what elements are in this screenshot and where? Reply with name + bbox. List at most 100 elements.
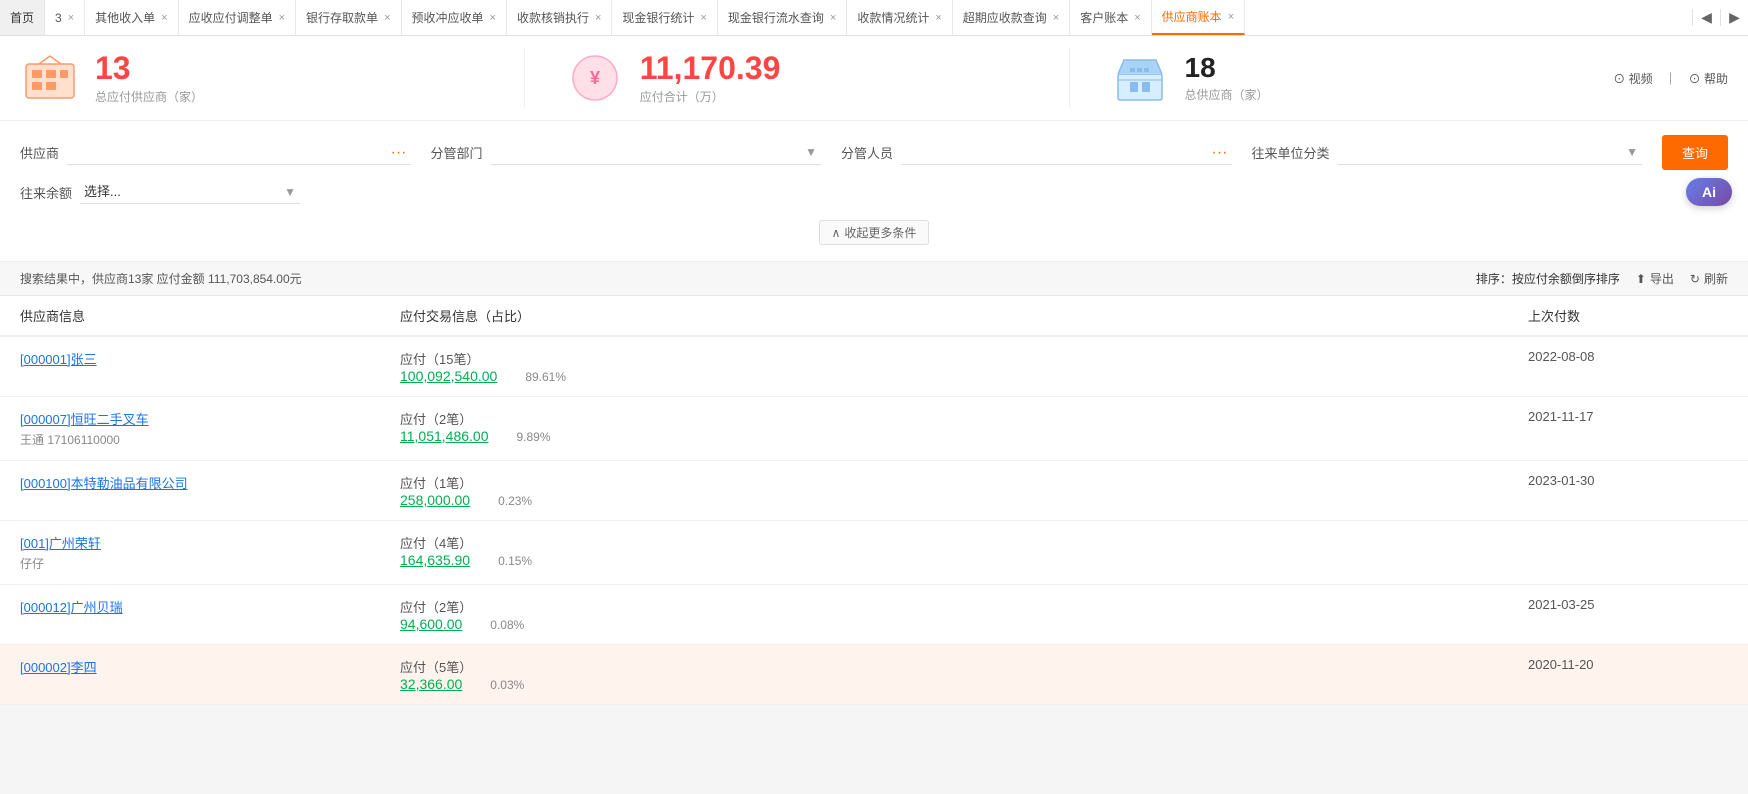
nav-tab-collection-stat[interactable]: 收款情况统计 × [847, 0, 952, 35]
tx-label: 应付（4笔） [400, 533, 1528, 552]
col-header-transaction: 应付交易信息（占比） [400, 306, 1528, 325]
collapse-up-icon: ∧ [832, 226, 841, 240]
nav-tab-bank[interactable]: 银行存取款单 × [296, 0, 401, 35]
nav-tab-home[interactable]: 首页 [0, 0, 45, 35]
table-row: [001]广州荣轩 仔仔 应付（4笔） 164,635.90 0.15% [0, 521, 1748, 585]
customer-label: 客户账本 [1080, 9, 1128, 26]
refresh-button[interactable]: ↻ 刷新 [1690, 270, 1728, 287]
supplier-sub: 仔仔 [20, 555, 400, 572]
nav-tab-3[interactable]: 3 × [45, 0, 85, 35]
nav-right-arrow[interactable]: ▶ [1720, 9, 1748, 26]
supplier-input-wrap: ··· [67, 141, 410, 165]
cash-flow-label: 现金银行流水查询 [728, 9, 824, 26]
help-link[interactable]: ⊙ 帮助 [1689, 70, 1728, 87]
person-dots-icon[interactable]: ··· [1212, 144, 1228, 162]
supplier-dots-icon[interactable]: ··· [391, 144, 407, 162]
supplier-field: 供应商 ··· [20, 141, 411, 165]
unit-type-field: 往来单位分类 ▼ [1252, 141, 1643, 165]
tx-amount[interactable]: 32,366.00 [400, 676, 462, 692]
export-icon: ⬆ [1636, 272, 1646, 286]
lastpay-cell: 2021-11-17 [1528, 409, 1728, 424]
dept-dropdown-wrap: ▼ [491, 141, 821, 165]
table-row: [000001]张三 应付（15笔） 100,092,540.00 89.61%… [0, 337, 1748, 397]
collapse-button[interactable]: ∧ 收起更多条件 [819, 220, 930, 245]
nav-tab-cash-bank-stat[interactable]: 现金银行统计 × [612, 0, 717, 35]
tx-label: 应付（5笔） [400, 657, 1528, 676]
query-button[interactable]: 查询 [1662, 135, 1728, 170]
nav-arrows: ◀ ▶ [1692, 9, 1748, 26]
close-icon[interactable]: × [279, 12, 285, 24]
tx-amount[interactable]: 11,051,486.00 [400, 428, 489, 444]
ai-button[interactable]: Ai [1686, 178, 1732, 206]
nav-tab-adjustment[interactable]: 应收应付调整单 × [179, 0, 296, 35]
unit-type-label: 往来单位分类 [1252, 143, 1330, 162]
tx-row: 258,000.00 0.23% [400, 492, 1528, 508]
col-header-supplier: 供应商信息 [20, 306, 400, 325]
close-icon[interactable]: × [830, 12, 836, 24]
stat-info-payable: 11,170.39 应付合计（万） [640, 52, 781, 105]
supplier-link[interactable]: [001]广州荣轩 [20, 533, 400, 552]
nav-tab-prepay[interactable]: 预收冲应收单 × [402, 0, 507, 35]
payable-icon: ¥ [565, 48, 625, 108]
tx-amount[interactable]: 94,600.00 [400, 616, 462, 632]
close-icon[interactable]: × [700, 12, 706, 24]
close-icon[interactable]: × [161, 12, 167, 24]
close-icon[interactable]: × [1228, 11, 1234, 23]
nav-tab-customer[interactable]: 客户账本 × [1070, 0, 1151, 35]
result-bar: 搜索结果中，供应商13家 应付金额 111,703,854.00元 排序：按应付… [0, 262, 1748, 296]
search-row-1: 供应商 ··· 分管部门 ▼ 分管人员 ··· 往来单位分类 [20, 135, 1728, 170]
close-icon[interactable]: × [1053, 12, 1059, 24]
unit-type-select[interactable] [1338, 141, 1642, 164]
nav-tab-cash-flow[interactable]: 现金银行流水查询 × [718, 0, 847, 35]
tx-amount[interactable]: 258,000.00 [400, 492, 470, 508]
transaction-cell: 应付（15笔） 100,092,540.00 89.61% [400, 349, 1528, 384]
last-pay-date: 2021-03-25 [1528, 597, 1595, 612]
close-icon[interactable]: × [595, 12, 601, 24]
tx-amount[interactable]: 164,635.90 [400, 552, 470, 568]
lastpay-cell: 2021-03-25 [1528, 597, 1728, 612]
sort-label[interactable]: 排序：按应付余额倒序排序 [1476, 270, 1620, 287]
close-icon[interactable]: × [384, 12, 390, 24]
tx-label: 应付（2笔） [400, 597, 1528, 616]
supplier-link[interactable]: [000001]张三 [20, 349, 400, 368]
supplier-sub: 王通 17106110000 [20, 431, 400, 448]
table-header: 供应商信息 应付交易信息（占比） 上次付数 [0, 296, 1748, 337]
balance-select[interactable]: 选择... [80, 180, 300, 203]
dept-select[interactable] [491, 141, 821, 164]
nav-tab-collection[interactable]: 收款核销执行 × [507, 0, 612, 35]
tx-amount[interactable]: 100,092,540.00 [400, 368, 497, 384]
divider: ｜ [1665, 70, 1677, 87]
close-icon[interactable]: × [1134, 12, 1140, 24]
lastpay-cell: 2022-08-08 [1528, 349, 1728, 364]
close-icon[interactable]: × [68, 12, 74, 24]
supplier-input[interactable] [67, 141, 410, 165]
export-button[interactable]: ⬆ 导出 [1636, 270, 1674, 287]
tx-row: 32,366.00 0.03% [400, 676, 1528, 692]
last-pay-date: 2020-11-20 [1528, 657, 1594, 672]
supplier-link[interactable]: [000007]恒旺二手叉车 [20, 409, 400, 428]
collection-label: 收款核销执行 [517, 9, 589, 26]
refresh-label: 刷新 [1704, 270, 1728, 287]
supplier-cell: [001]广州荣轩 仔仔 [20, 533, 400, 572]
person-input[interactable] [901, 141, 1231, 165]
tx-row: 11,051,486.00 9.89% [400, 428, 1528, 444]
nav-tab-overdue[interactable]: 超期应收款查询 × [953, 0, 1070, 35]
last-pay-date: 2023-01-30 [1528, 473, 1595, 488]
close-icon[interactable]: × [490, 12, 496, 24]
stat-number-suppliers: 13 [95, 52, 203, 84]
video-link[interactable]: ⊙ 视频 [1613, 70, 1652, 87]
balance-label: 往来余额 [20, 183, 72, 202]
table-row: [000100]本特勒油品有限公司 应付（1笔） 258,000.00 0.23… [0, 461, 1748, 521]
supplier-cell: [000012]广州贝瑞 [20, 597, 400, 616]
supplier-link[interactable]: [000100]本特勒油品有限公司 [20, 473, 400, 492]
nav-tab-other-income[interactable]: 其他收入单 × [85, 0, 178, 35]
close-icon[interactable]: × [935, 12, 941, 24]
nav-tab-supplier[interactable]: 供应商账本 × [1152, 0, 1245, 35]
refresh-icon: ↻ [1690, 272, 1700, 286]
tx-row: 164,635.90 0.15% [400, 552, 1528, 568]
stat-block-payable: ¥ 11,170.39 应付合计（万） [565, 48, 1070, 108]
tx-percent: 0.03% [490, 678, 524, 692]
supplier-link[interactable]: [000002]李四 [20, 657, 400, 676]
supplier-link[interactable]: [000012]广州贝瑞 [20, 597, 400, 616]
nav-left-arrow[interactable]: ◀ [1692, 9, 1720, 26]
